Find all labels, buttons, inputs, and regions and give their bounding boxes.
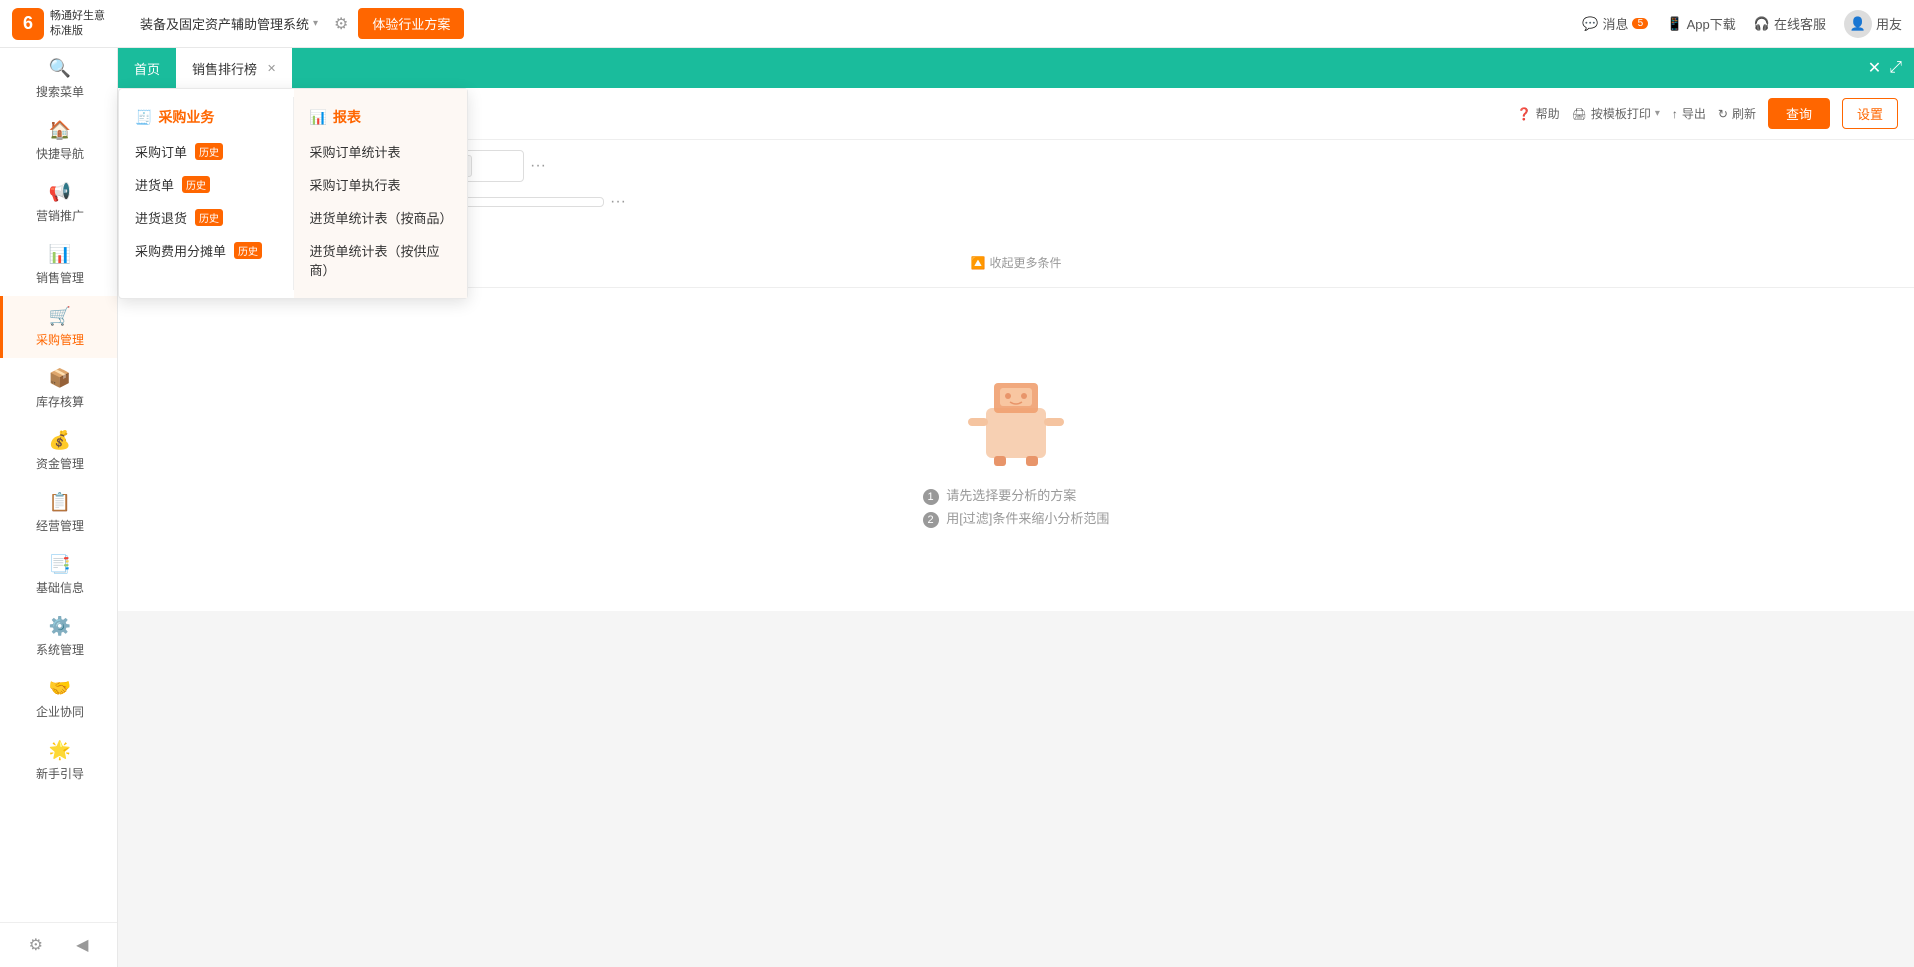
export-btn[interactable]: ↑ 导出 [1672,105,1706,122]
message-badge: 5 [1632,18,1648,29]
phone-icon: 📱 [1666,16,1682,32]
message-icon: 💬 [1582,16,1598,32]
sidebar-collapse-icon[interactable]: ◀ [76,935,88,955]
dropdown-report-col: 📊 报表 采购订单统计表 采购订单执行表 进货单统计表（按商品） 进货单统计表（… [294,89,468,298]
print-arrow-icon: ▾ [1655,108,1660,119]
avatar: 👤 [1844,10,1872,38]
topbar-right: 💬 消息 5 📱 App下载 🎧 在线客服 👤 用友 [1582,10,1902,38]
system-dropdown-arrow[interactable]: ▾ [313,18,318,29]
print-btn[interactable]: 🖨 按模板打印 ▾ [1572,105,1660,122]
search-icon: 🔍 [49,58,71,79]
system-icon: ⚙️ [49,616,71,637]
print-icon: 🖨 [1572,107,1587,121]
help-btn[interactable]: ❓ 帮助 [1517,105,1560,122]
set-button[interactable]: 设置 [1842,98,1898,129]
export-icon: ↑ [1672,107,1678,121]
industry-btn[interactable]: 体验行业方案 [358,8,464,39]
system-name: 装备及固定资产辅助管理系统 ▾ [140,14,318,33]
tab-home[interactable]: 首页 [118,48,176,88]
guide-icon: 🌟 [49,740,71,761]
collapse-filter-icon: 🔼 [971,256,986,270]
dropdown-purchase-header: 🧾 采购业务 [119,101,293,135]
tabbar-expand-icon[interactable]: ⤢ [1889,59,1902,77]
app-download-item[interactable]: 📱 App下载 [1666,14,1735,33]
tabbar-close-icon[interactable]: ✕ [1868,58,1881,78]
online-service-item[interactable]: 🎧 在线客服 [1754,14,1826,33]
history-badge-2: 历史 [195,209,223,226]
query-button[interactable]: 查询 [1768,98,1830,129]
sidebar-item-purchase[interactable]: 🛒 采购管理 [0,296,117,358]
sidebar-item-search[interactable]: 🔍 搜索菜单 [0,48,117,110]
salesman-more-icon[interactable]: ··· [610,193,626,211]
sales-icon: 📊 [49,244,71,265]
sidebar-item-system[interactable]: ⚙️ 系统管理 [0,606,117,668]
sidebar-item-sales[interactable]: 📊 销售管理 [0,234,117,296]
enterprise-icon: 🤝 [49,678,71,699]
dropdown-item-receipt-stat-goods[interactable]: 进货单统计表（按商品） [294,201,468,234]
dropdown-item-receipt-stat-supplier[interactable]: 进货单统计表（按供应商） [294,234,468,286]
sidebar-item-quick-nav[interactable]: 🏠 快捷导航 [0,110,117,172]
dropdown-item-purchase-receipt[interactable]: 进货单 历史 [119,168,293,201]
sidebar-item-basic-info[interactable]: 📑 基础信息 [0,544,117,606]
sidebar-item-capital[interactable]: 💰 资金管理 [0,420,117,482]
report-section-icon: 📊 [310,109,327,126]
sidebar-gear-icon[interactable]: ⚙ [29,935,43,955]
empty-illustration [956,368,1076,468]
tab-close-icon[interactable]: ✕ [267,62,276,75]
sidebar: 🔍 搜索菜单 🏠 快捷导航 📢 营销推广 📊 销售管理 🛒 采购管理 📦 库存核… [0,48,118,967]
dropdown-report-header: 📊 报表 [294,101,468,135]
purchase-icon: 🛒 [49,306,71,327]
operation-icon: 📋 [49,492,71,513]
tab-sales-rank[interactable]: 销售排行榜 ✕ [176,48,292,88]
message-item[interactable]: 💬 消息 5 [1582,14,1648,33]
home-icon: 🏠 [49,120,71,141]
sidebar-item-inventory[interactable]: 📦 库存核算 [0,358,117,420]
dropdown-item-purchase-return[interactable]: 进货退货 历史 [119,201,293,234]
sidebar-item-operation[interactable]: 📋 经营管理 [0,482,117,544]
empty-state: 1 请先选择要分析的方案 2 用[过滤]条件来缩小分析范围 [118,288,1914,611]
history-badge-1: 历史 [182,176,210,193]
topbar-gear-icon[interactable]: ⚙ [334,14,348,34]
tabbar: 首页 销售排行榜 ✕ ✕ ⤢ [118,48,1914,88]
hint2-num: 2 [923,512,939,528]
hint1-num: 1 [923,489,939,505]
dropdown-item-purchase-order-stat[interactable]: 采购订单统计表 [294,135,468,168]
sidebar-bottom: ⚙ ◀ [0,922,117,967]
dropdown-purchase-col: 🧾 采购业务 采购订单 历史 进货单 历史 进货退货 历史 采购费用分摊单 历史 [119,89,293,298]
dropdown-menu: 🧾 采购业务 采购订单 历史 进货单 历史 进货退货 历史 采购费用分摊单 历史 [118,88,468,299]
logo: 6 畅通好生意 标准版 [12,8,130,40]
tabbar-actions: ✕ ⤢ [1868,58,1914,78]
inventory-icon: 📦 [49,368,71,389]
sidebar-item-guide[interactable]: 🌟 新手引导 [0,730,117,792]
topbar: 6 畅通好生意 标准版 装备及固定资产辅助管理系统 ▾ ⚙ 体验行业方案 💬 消… [0,0,1914,48]
dropdown-overlay: 🧾 采购业务 采购订单 历史 进货单 历史 进货退货 历史 采购费用分摊单 历史 [118,88,468,299]
sidebar-item-marketing[interactable]: 📢 营销推广 [0,172,117,234]
dropdown-item-purchase-order-exec[interactable]: 采购订单执行表 [294,168,468,201]
refresh-icon: ↻ [1718,107,1728,121]
dropdown-item-purchase-order[interactable]: 采购订单 历史 [119,135,293,168]
purchase-section-icon: 🧾 [135,109,152,126]
sidebar-item-enterprise[interactable]: 🤝 企业协同 [0,668,117,730]
logo-text: 畅通好生意 标准版 [50,9,105,38]
history-badge-3: 历史 [234,242,262,259]
toolbar-right: ❓ 帮助 🖨 按模板打印 ▾ ↑ 导出 ↻ 刷新 查询 设置 [1517,98,1898,129]
headset-icon: 🎧 [1754,16,1770,32]
marketing-icon: 📢 [49,182,71,203]
capital-icon: 💰 [49,430,71,451]
logo-icon: 6 [12,8,44,40]
history-badge-0: 历史 [195,143,223,160]
user-item[interactable]: 👤 用友 [1844,10,1902,38]
empty-text: 1 请先选择要分析的方案 2 用[过滤]条件来缩小分析范围 [923,484,1110,531]
refresh-btn[interactable]: ↻ 刷新 [1718,105,1756,122]
help-icon: ❓ [1517,107,1532,121]
dropdown-item-purchase-expense[interactable]: 采购费用分摊单 历史 [119,234,293,267]
basic-info-icon: 📑 [49,554,71,575]
goods-more-icon[interactable]: ··· [530,157,546,175]
